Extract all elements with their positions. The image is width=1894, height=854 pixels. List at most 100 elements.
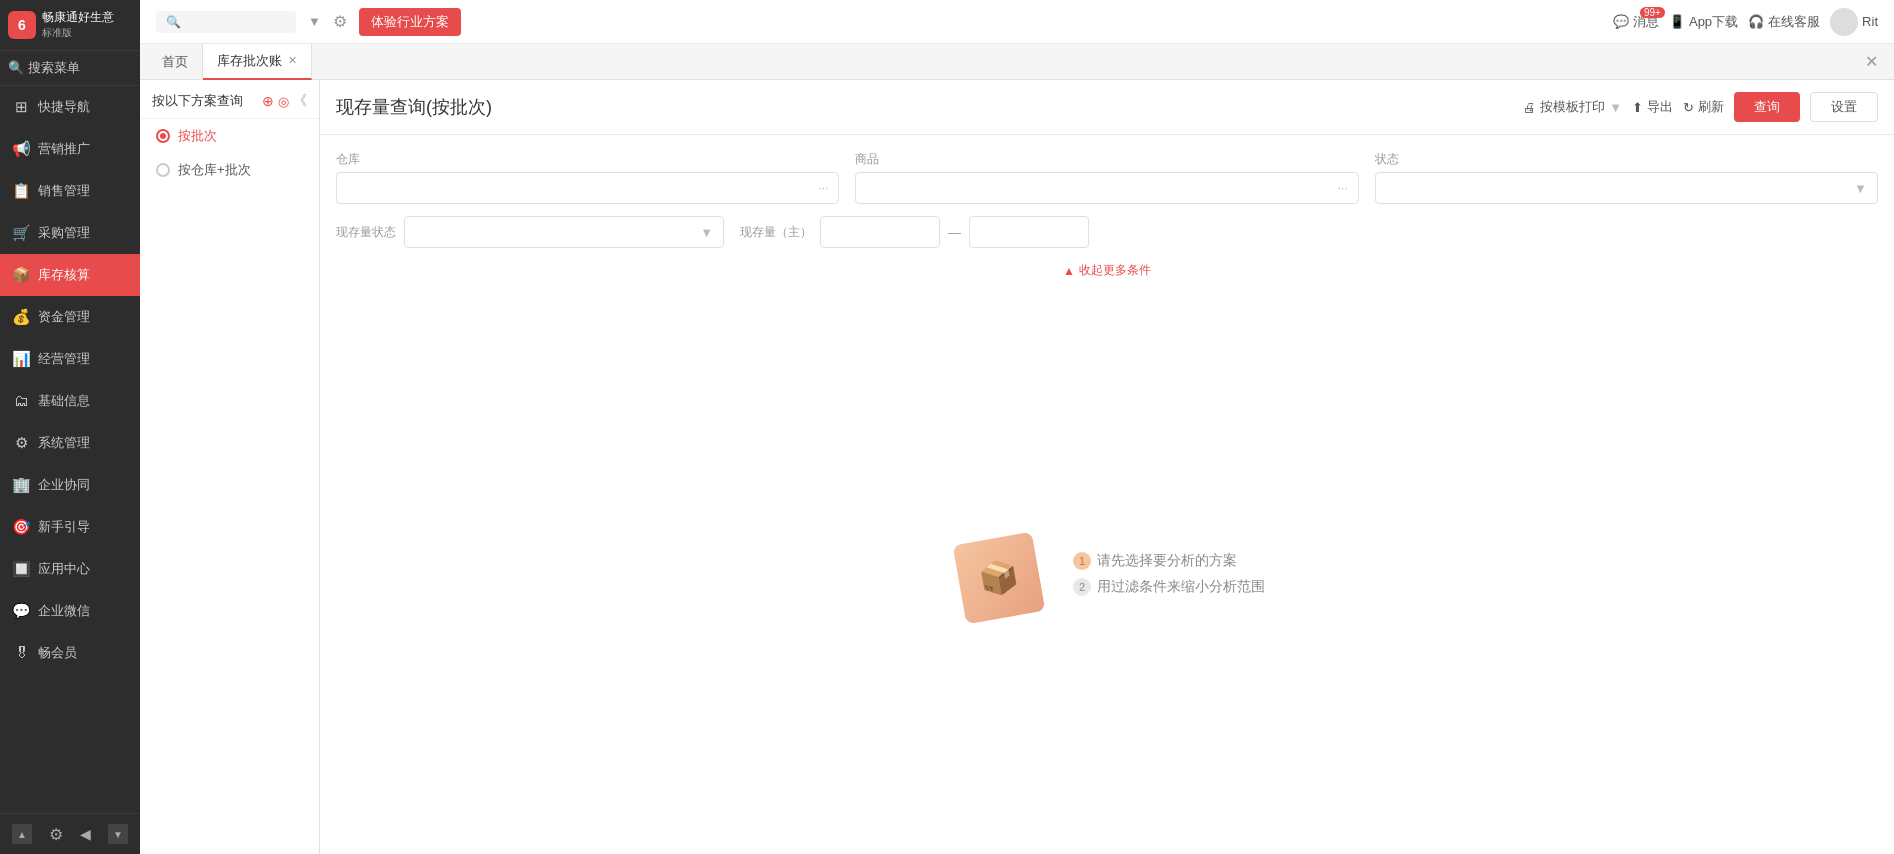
nav-label-enterprise: 企业协同	[38, 476, 90, 494]
inventory-status-select[interactable]: ▼	[404, 216, 724, 248]
filter-radio-by-warehouse-batch	[156, 163, 170, 177]
page-title-row: 现存量查询(按批次) 🖨 按模板打印 ▼ ⬆ 导出 ↻	[336, 92, 1878, 122]
warehouse-input[interactable]: ···	[336, 172, 839, 204]
scroll-down-btn[interactable]: ▼	[108, 824, 128, 844]
main-panel-header: 现存量查询(按批次) 🖨 按模板打印 ▼ ⬆ 导出 ↻	[320, 80, 1894, 135]
collapse-sidebar-btn[interactable]: ◀	[80, 826, 91, 842]
product-label: 商品	[855, 151, 1358, 168]
filter-option-by-batch[interactable]: 按批次	[140, 119, 319, 153]
tab-bar: 首页 库存批次账 ✕ ✕	[140, 44, 1894, 80]
filter-option-by-warehouse-batch[interactable]: 按仓库+批次	[140, 153, 319, 187]
filter-panel-header: 按以下方案查询 ⊕ ◎ 《	[140, 92, 319, 119]
query-btn[interactable]: 查询	[1734, 92, 1800, 122]
sidebar-item-ops[interactable]: 📊经营管理	[0, 338, 140, 380]
nav-icon-basic: 🗂	[12, 392, 30, 410]
empty-illustration: 📦	[949, 528, 1049, 628]
online-service-label: 在线客服	[1768, 13, 1820, 31]
sidebar-item-guide[interactable]: 🎯新手引导	[0, 506, 140, 548]
tab-batch-close[interactable]: ✕	[288, 54, 297, 67]
inventory-status-group: 现存量状态 ▼	[336, 216, 724, 248]
inventory-status-dropdown-icon: ▼	[700, 225, 713, 240]
filter-panel-actions: ⊕ ◎ 《	[262, 92, 307, 110]
add-filter-btn[interactable]: ⊕	[262, 93, 274, 109]
empty-box-icon: 📦	[953, 531, 1046, 624]
step-2-num: 2	[1073, 578, 1091, 596]
nav-label-member: 畅会员	[38, 644, 77, 662]
tab-home-label: 首页	[162, 53, 188, 71]
filter-label-by-warehouse-batch: 按仓库+批次	[178, 161, 251, 179]
nav-label-sales: 销售管理	[38, 182, 90, 200]
nav-icon-purchase: 🛒	[12, 224, 30, 242]
refresh-icon: ↻	[1683, 100, 1694, 115]
filter-panel: 按以下方案查询 ⊕ ◎ 《 按批次 按仓库+批次	[140, 80, 320, 854]
product-filter-group: 商品 ···	[855, 151, 1358, 204]
topbar-dropdown-icon[interactable]: ▼	[308, 14, 321, 29]
tab-panel-close-btn[interactable]: ✕	[1857, 52, 1886, 71]
tab-batch-label: 库存批次账	[217, 52, 282, 70]
settings-footer-icon[interactable]: ⚙	[49, 825, 63, 844]
tab-batch[interactable]: 库存批次账 ✕	[203, 44, 312, 80]
filter-settings-btn[interactable]: ◎	[278, 94, 289, 109]
export-label: 导出	[1647, 98, 1673, 116]
sidebar-search[interactable]: 🔍 搜索菜单	[0, 51, 140, 86]
sidebar-item-enterprise[interactable]: 🏢企业协同	[0, 464, 140, 506]
online-service-btn[interactable]: 🎧 在线客服	[1748, 13, 1820, 31]
experience-btn[interactable]: 体验行业方案	[359, 8, 461, 36]
nav-label-guide: 新手引导	[38, 518, 90, 536]
step-1-text: 请先选择要分析的方案	[1097, 552, 1237, 570]
print-btn[interactable]: 🖨 按模板打印 ▼	[1523, 98, 1622, 116]
status-label: 状态	[1375, 151, 1878, 168]
empty-step-1: 1 请先选择要分析的方案	[1073, 552, 1265, 570]
user-area[interactable]: Rit	[1830, 8, 1878, 36]
tab-home[interactable]: 首页	[148, 44, 203, 80]
nav-label-finance: 资金管理	[38, 308, 90, 326]
sidebar-item-app-center[interactable]: 🔲应用中心	[0, 548, 140, 590]
search-label: 搜索菜单	[28, 59, 80, 77]
topbar-search[interactable]: 🔍	[156, 11, 296, 33]
status-dropdown-icon: ▼	[1854, 181, 1867, 196]
sidebar-item-wechat[interactable]: 💬 企业微信	[0, 590, 140, 632]
app-download-btn[interactable]: 📱 App下载	[1669, 13, 1738, 31]
messages-btn[interactable]: 💬 消息 99+	[1613, 13, 1659, 31]
sidebar-item-basic[interactable]: 🗂基础信息	[0, 380, 140, 422]
product-input[interactable]: ···	[855, 172, 1358, 204]
empty-state: 📦 1 请先选择要分析的方案 2 用过滤条件来缩小分析范围	[320, 301, 1894, 854]
inventory-qty-to[interactable]	[969, 216, 1089, 248]
sidebar-item-marketing[interactable]: 📢营销推广	[0, 128, 140, 170]
refresh-btn[interactable]: ↻ 刷新	[1683, 98, 1724, 116]
nav-label-marketing: 营销推广	[38, 140, 90, 158]
nav-icon-wechat: 💬	[12, 602, 30, 620]
filter-label-by-batch: 按批次	[178, 127, 217, 145]
sidebar-item-purchase[interactable]: 🛒采购管理	[0, 212, 140, 254]
empty-step-2: 2 用过滤条件来缩小分析范围	[1073, 578, 1265, 596]
sidebar-item-sales[interactable]: 📋销售管理	[0, 170, 140, 212]
nav-icon-finance: 💰	[12, 308, 30, 326]
step-1-num: 1	[1073, 552, 1091, 570]
filter-panel-title: 按以下方案查询	[152, 92, 243, 110]
sidebar-item-finance[interactable]: 💰 资金管理	[0, 296, 140, 338]
collapse-filter-btn[interactable]: 《	[293, 92, 307, 110]
filter-radio-by-batch	[156, 129, 170, 143]
page-content: 按以下方案查询 ⊕ ◎ 《 按批次 按仓库+批次	[140, 80, 1894, 854]
nav-label-quick-nav: 快捷导航	[38, 98, 90, 116]
nav-label-wechat: 企业微信	[38, 602, 90, 620]
sidebar-nav: ⊞ 快捷导航 📢营销推广📋销售管理🛒采购管理📦库存核算 💰 资金管理 📊经营管理🗂基础信息…	[0, 86, 140, 813]
nav-label-inventory: 库存核算	[38, 266, 90, 284]
settings-btn[interactable]: 设置	[1810, 92, 1878, 122]
collapse-more-btn[interactable]: ▲ 收起更多条件	[336, 256, 1878, 285]
sidebar-item-quick-nav[interactable]: ⊞ 快捷导航	[0, 86, 140, 128]
sidebar-item-inventory[interactable]: 📦库存核算	[0, 254, 140, 296]
topbar-settings-icon[interactable]: ⚙	[333, 12, 347, 31]
status-dropdown[interactable]: ▼	[1375, 172, 1878, 204]
inventory-qty-group: 现存量（主） —	[740, 216, 1089, 248]
sidebar-item-system[interactable]: ⚙系统管理	[0, 422, 140, 464]
export-btn[interactable]: ⬆ 导出	[1632, 98, 1673, 116]
inventory-qty-from[interactable]	[820, 216, 940, 248]
sidebar-footer: ▲ ⚙ ◀ ▼	[0, 813, 140, 854]
app-title: 畅康通好生意	[42, 10, 114, 26]
nav-icon-quick-nav: ⊞	[12, 98, 30, 116]
nav-label-system: 系统管理	[38, 434, 90, 452]
sidebar-item-member[interactable]: 🎖畅会员	[0, 632, 140, 674]
collapse-icon: ▲	[1063, 264, 1075, 278]
scroll-up-btn[interactable]: ▲	[12, 824, 32, 844]
